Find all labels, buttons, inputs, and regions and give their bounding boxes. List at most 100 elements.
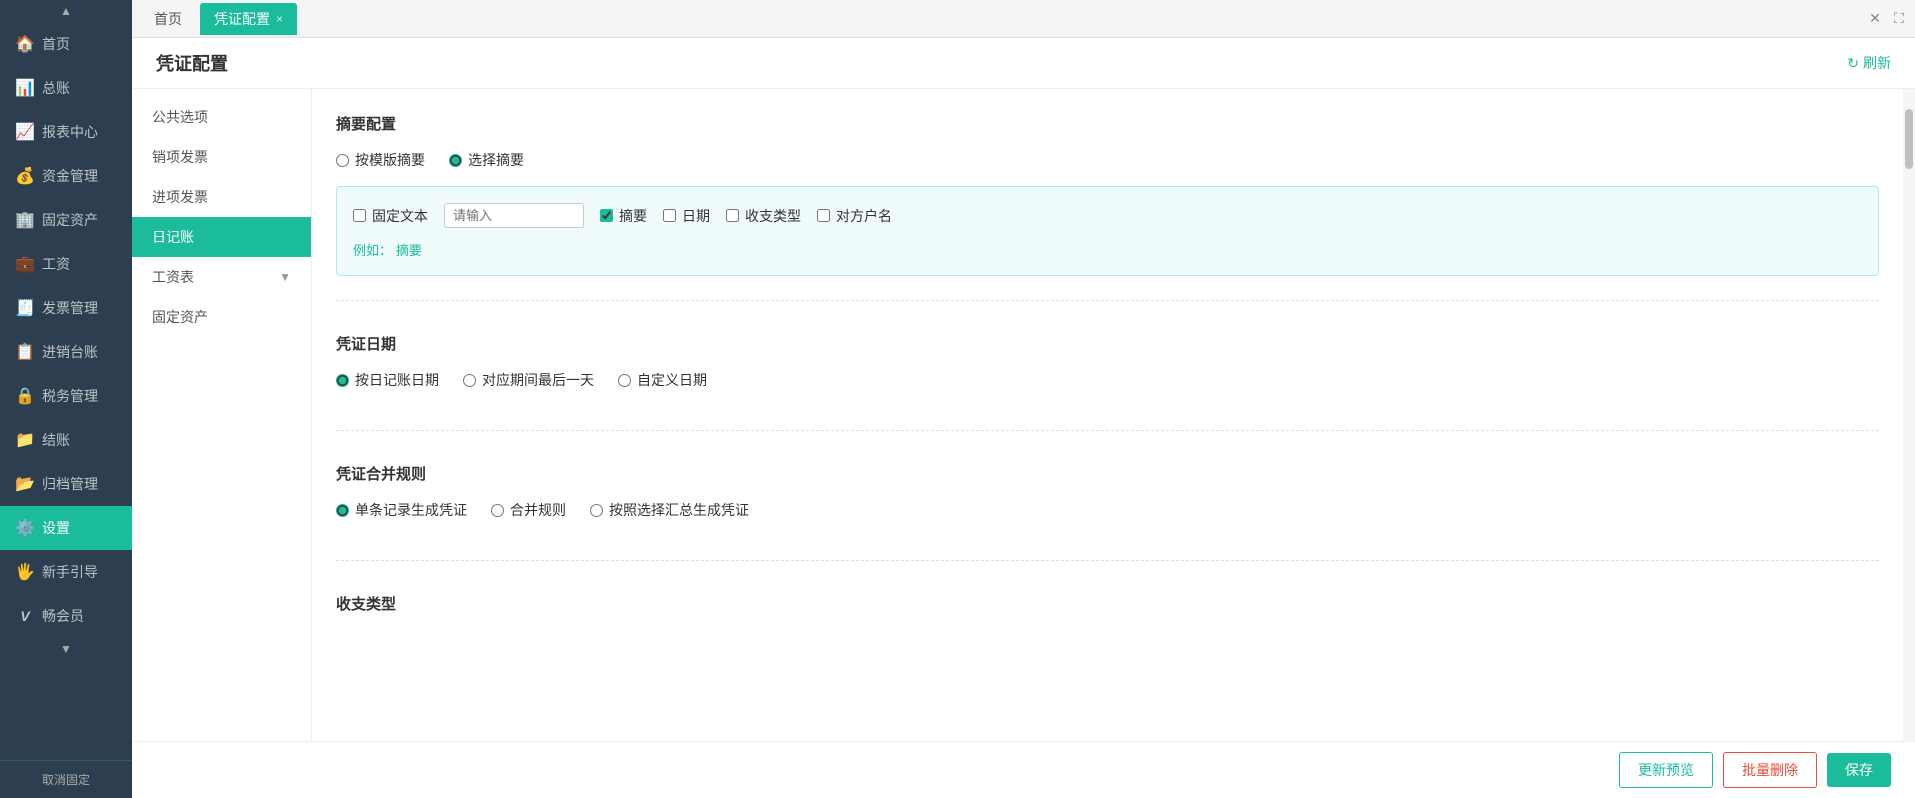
radio-merge-rules[interactable]: 合并规则 xyxy=(491,500,566,520)
scroll-track[interactable] xyxy=(1903,89,1915,741)
window-expand-button[interactable]: ⛶ xyxy=(1891,11,1907,27)
sidebar-item-assets[interactable]: 🏢 固定资产 xyxy=(0,198,132,242)
sidebar-item-ledger-label: 总账 xyxy=(42,78,70,98)
sidebar-item-home-label: 首页 xyxy=(42,34,70,54)
invoice-mgmt-icon: 🧾 xyxy=(16,299,34,317)
checkbox-date[interactable]: 日期 xyxy=(663,206,710,226)
sidebar-item-archive[interactable]: 📂 归档管理 xyxy=(0,462,132,506)
window-close-button[interactable]: ✕ xyxy=(1867,11,1883,27)
checkbox-fixed-text-input[interactable] xyxy=(353,209,366,222)
merge-rules-title: 凭证合并规则 xyxy=(336,463,1879,484)
radio-period-last-day-label: 对应期间最后一天 xyxy=(482,370,594,390)
voucher-date-title: 凭证日期 xyxy=(336,333,1879,354)
radio-single-record[interactable]: 单条记录生成凭证 xyxy=(336,500,467,520)
refresh-button[interactable]: ↻ 刷新 xyxy=(1847,53,1891,73)
sidebar-item-payroll[interactable]: 💼 工资 xyxy=(0,242,132,286)
radio-select-summary-generate-input[interactable] xyxy=(590,504,603,517)
radio-period-last-day-input[interactable] xyxy=(463,374,476,387)
sidebar-item-home[interactable]: 🏠 首页 xyxy=(0,22,132,66)
summary-config-box: 固定文本 摘要 日期 收支类型 xyxy=(336,186,1879,276)
radio-custom-date-label: 自定义日期 xyxy=(637,370,707,390)
checkbox-counterpart-input[interactable] xyxy=(817,209,830,222)
left-nav-public[interactable]: 公共选项 xyxy=(132,97,311,137)
checkbox-counterpart[interactable]: 对方户名 xyxy=(817,206,892,226)
ledger-icon: 📊 xyxy=(16,79,34,97)
sidebar-scroll-down[interactable]: ▼ xyxy=(0,638,132,660)
left-nav-journal[interactable]: 日记账 xyxy=(132,217,311,257)
radio-select-summary-input[interactable] xyxy=(449,154,462,167)
sidebar-scroll-up[interactable]: ▲ xyxy=(0,0,132,22)
radio-custom-date[interactable]: 自定义日期 xyxy=(618,370,707,390)
update-preview-button[interactable]: 更新预览 xyxy=(1619,752,1713,788)
radio-journal-date-input[interactable] xyxy=(336,374,349,387)
checkbox-row: 固定文本 摘要 日期 收支类型 xyxy=(353,203,1862,228)
sidebar-item-settings[interactable]: ⚙️ 设置 xyxy=(0,506,132,550)
checkbox-counterpart-label: 对方户名 xyxy=(836,206,892,226)
sidebar-item-guide[interactable]: 🖐 新手引导 xyxy=(0,550,132,594)
merge-rules-section: 凭证合并规则 单条记录生成凭证 合并规则 按照选择汇总生成凭证 xyxy=(336,463,1879,561)
summary-radio-group: 按模版摘要 选择摘要 xyxy=(336,150,1879,170)
left-nav-purchase-invoice[interactable]: 进项发票 xyxy=(132,177,311,217)
tab-voucher-config[interactable]: 凭证配置 × xyxy=(200,3,297,35)
fixed-text-input[interactable] xyxy=(444,203,584,228)
checkbox-fixed-text-label: 固定文本 xyxy=(372,206,428,226)
radio-template-summary-input[interactable] xyxy=(336,154,349,167)
tab-close-icon[interactable]: × xyxy=(276,12,283,26)
left-nav-payroll-table[interactable]: 工资表 ▼ xyxy=(132,257,311,297)
batch-delete-button[interactable]: 批量删除 xyxy=(1723,752,1817,788)
left-nav-public-label: 公共选项 xyxy=(152,107,208,127)
radio-merge-rules-input[interactable] xyxy=(491,504,504,517)
checkbox-fixed-text[interactable]: 固定文本 xyxy=(353,206,428,226)
sales-ledger-icon: 📋 xyxy=(16,343,34,361)
sidebar-item-invoice-mgmt[interactable]: 🧾 发票管理 xyxy=(0,286,132,330)
example-value: 摘要 xyxy=(396,243,422,258)
left-nav-sales-invoice[interactable]: 销项发票 xyxy=(132,137,311,177)
checkbox-summary[interactable]: 摘要 xyxy=(600,206,647,226)
example-label: 例如： xyxy=(353,243,392,258)
sidebar-item-assets-label: 固定资产 xyxy=(42,210,98,230)
radio-template-summary-label: 按模版摘要 xyxy=(355,150,425,170)
main-area: 首页 凭证配置 × ✕ ⛶ 凭证配置 ↻ 刷新 公共选项 销项发票 进项 xyxy=(132,0,1915,798)
tab-bar: 首页 凭证配置 × ✕ ⛶ xyxy=(132,0,1915,38)
sidebar-item-reports[interactable]: 📈 报表中心 xyxy=(0,110,132,154)
right-content: 摘要配置 按模版摘要 选择摘要 固定文本 xyxy=(312,89,1903,741)
sidebar-item-sales-ledger[interactable]: 📋 进销台账 xyxy=(0,330,132,374)
radio-select-summary-generate[interactable]: 按照选择汇总生成凭证 xyxy=(590,500,749,520)
checkbox-income-type-input[interactable] xyxy=(726,209,739,222)
sidebar-item-vip[interactable]: V 畅会员 xyxy=(0,594,132,638)
radio-single-record-input[interactable] xyxy=(336,504,349,517)
left-nav-journal-label: 日记账 xyxy=(152,227,194,247)
checkbox-income-type[interactable]: 收支类型 xyxy=(726,206,801,226)
radio-template-summary[interactable]: 按模版摘要 xyxy=(336,150,425,170)
radio-select-summary[interactable]: 选择摘要 xyxy=(449,150,524,170)
sidebar-cancel-fix[interactable]: 取消固定 xyxy=(0,760,132,798)
summary-config-section: 摘要配置 按模版摘要 选择摘要 固定文本 xyxy=(336,113,1879,301)
left-nav-fixed-assets[interactable]: 固定资产 xyxy=(132,297,311,337)
checkbox-date-input[interactable] xyxy=(663,209,676,222)
sidebar-item-invoice-mgmt-label: 发票管理 xyxy=(42,298,98,318)
sidebar-item-payroll-label: 工资 xyxy=(42,254,70,274)
radio-journal-date[interactable]: 按日记账日期 xyxy=(336,370,439,390)
sidebar-item-close[interactable]: 📁 结账 xyxy=(0,418,132,462)
save-button[interactable]: 保存 xyxy=(1827,753,1891,787)
assets-icon: 🏢 xyxy=(16,211,34,229)
scroll-thumb[interactable] xyxy=(1905,109,1913,169)
radio-select-summary-label: 选择摘要 xyxy=(468,150,524,170)
bottom-bar: 更新预览 批量删除 保存 xyxy=(132,741,1915,798)
sidebar-item-reports-label: 报表中心 xyxy=(42,122,98,142)
sidebar-item-archive-label: 归档管理 xyxy=(42,474,98,494)
radio-custom-date-input[interactable] xyxy=(618,374,631,387)
left-nav-sales-invoice-label: 销项发票 xyxy=(152,147,208,167)
sidebar-item-tax[interactable]: 🔒 税务管理 xyxy=(0,374,132,418)
income-type-title: 收支类型 xyxy=(336,593,1879,614)
vip-icon: V xyxy=(16,607,34,625)
page-title: 凭证配置 xyxy=(156,50,228,76)
tab-home[interactable]: 首页 xyxy=(140,3,196,35)
income-type-section: 收支类型 xyxy=(336,593,1879,654)
sidebar-item-ledger[interactable]: 📊 总账 xyxy=(0,66,132,110)
sidebar-item-funds[interactable]: 💰 资金管理 xyxy=(0,154,132,198)
voucher-date-section: 凭证日期 按日记账日期 对应期间最后一天 自定义日期 xyxy=(336,333,1879,431)
checkbox-summary-input[interactable] xyxy=(600,209,613,222)
radio-period-last-day[interactable]: 对应期间最后一天 xyxy=(463,370,594,390)
window-controls: ✕ ⛶ xyxy=(1867,11,1907,27)
